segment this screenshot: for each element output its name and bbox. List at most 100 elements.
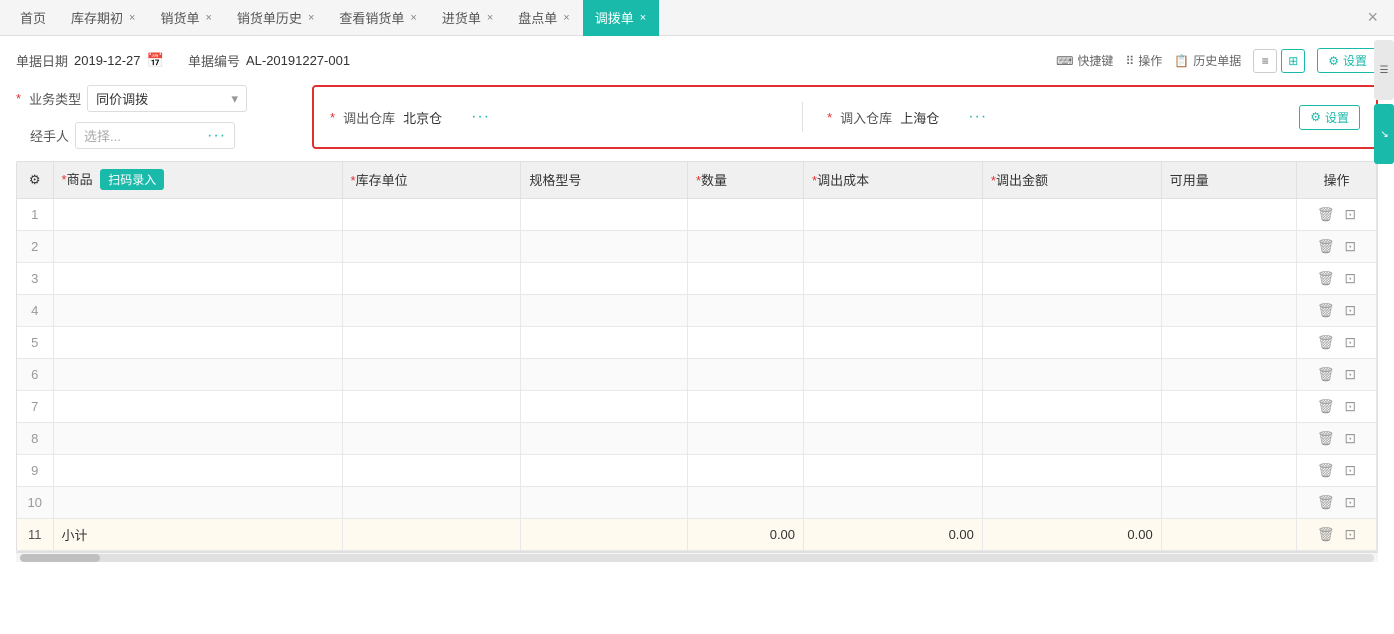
delete-icon[interactable]: 🗑 bbox=[1317, 430, 1335, 446]
cell-available[interactable] bbox=[1161, 262, 1296, 294]
cell-unit[interactable] bbox=[342, 326, 521, 358]
cell-product[interactable] bbox=[53, 230, 342, 262]
cell-spec[interactable] bbox=[521, 230, 688, 262]
cell-product[interactable] bbox=[53, 326, 342, 358]
cell-product[interactable] bbox=[53, 358, 342, 390]
shortcut-action[interactable]: ⌨ 快捷键 bbox=[1056, 52, 1113, 69]
cell-product[interactable] bbox=[53, 198, 342, 230]
cell-amount[interactable] bbox=[982, 390, 1161, 422]
cell-product[interactable] bbox=[53, 422, 342, 454]
cell-cost[interactable] bbox=[804, 454, 983, 486]
cell-cost[interactable] bbox=[804, 390, 983, 422]
cell-spec[interactable] bbox=[521, 294, 688, 326]
cell-cost[interactable] bbox=[804, 294, 983, 326]
cell-cost[interactable] bbox=[804, 262, 983, 294]
tab-sales-history[interactable]: 销货单历史 × bbox=[225, 0, 327, 36]
warehouse-settings-button[interactable]: ⚙ 设置 bbox=[1299, 105, 1360, 130]
tab-home[interactable]: 首页 bbox=[8, 0, 59, 36]
copy-icon[interactable]: ⊡ bbox=[1344, 398, 1356, 414]
cell-available[interactable] bbox=[1161, 390, 1296, 422]
delete-icon[interactable]: 🗑 bbox=[1317, 366, 1335, 382]
sidebar-list-button[interactable]: ☰ bbox=[1374, 40, 1394, 100]
cell-unit[interactable] bbox=[342, 294, 521, 326]
cell-spec[interactable] bbox=[521, 198, 688, 230]
cell-product[interactable] bbox=[53, 262, 342, 294]
close-icon[interactable]: × bbox=[129, 12, 135, 24]
copy-icon[interactable]: ⊡ bbox=[1344, 462, 1356, 478]
delete-icon[interactable]: 🗑 bbox=[1317, 462, 1335, 478]
cell-cost[interactable] bbox=[804, 422, 983, 454]
cell-qty[interactable] bbox=[687, 358, 803, 390]
cell-available[interactable] bbox=[1161, 358, 1296, 390]
cell-product[interactable] bbox=[53, 454, 342, 486]
cell-unit[interactable] bbox=[342, 422, 521, 454]
th-settings[interactable]: ⚙ bbox=[17, 162, 53, 198]
settings-button[interactable]: ⚙ 设置 bbox=[1317, 48, 1378, 73]
calendar-icon[interactable]: 📅 bbox=[147, 52, 164, 69]
cell-available[interactable] bbox=[1161, 486, 1296, 518]
handler-select[interactable]: 选择... ··· bbox=[75, 122, 235, 149]
sidebar-export-button[interactable]: ↗ bbox=[1374, 104, 1394, 164]
delete-icon[interactable]: 🗑 bbox=[1317, 206, 1335, 222]
cell-amount[interactable] bbox=[982, 326, 1161, 358]
cell-available[interactable] bbox=[1161, 230, 1296, 262]
cell-available[interactable] bbox=[1161, 294, 1296, 326]
copy-icon[interactable]: ⊡ bbox=[1344, 206, 1356, 222]
delete-icon[interactable]: 🗑 bbox=[1317, 494, 1335, 510]
cell-amount[interactable] bbox=[982, 198, 1161, 230]
cell-cost[interactable] bbox=[804, 358, 983, 390]
cell-cost[interactable] bbox=[804, 326, 983, 358]
cell-unit[interactable] bbox=[342, 198, 521, 230]
cell-qty[interactable] bbox=[687, 326, 803, 358]
cell-available[interactable] bbox=[1161, 454, 1296, 486]
cell-unit[interactable] bbox=[342, 262, 521, 294]
cell-qty[interactable] bbox=[687, 486, 803, 518]
cell-unit[interactable] bbox=[342, 486, 521, 518]
copy-icon[interactable]: ⊡ bbox=[1344, 526, 1356, 542]
copy-icon[interactable]: ⊡ bbox=[1344, 366, 1356, 382]
cell-spec[interactable] bbox=[521, 454, 688, 486]
window-close-button[interactable]: × bbox=[1359, 7, 1386, 28]
copy-icon[interactable]: ⊡ bbox=[1344, 494, 1356, 510]
layout-icon-2[interactable]: ⊞ bbox=[1281, 49, 1305, 73]
delete-icon[interactable]: 🗑 bbox=[1317, 334, 1335, 350]
cell-unit[interactable] bbox=[342, 230, 521, 262]
cell-amount[interactable] bbox=[982, 422, 1161, 454]
cell-qty[interactable] bbox=[687, 390, 803, 422]
cell-unit[interactable] bbox=[342, 390, 521, 422]
close-icon[interactable]: × bbox=[410, 12, 416, 24]
scroll-bar[interactable] bbox=[16, 552, 1378, 562]
copy-icon[interactable]: ⊡ bbox=[1344, 334, 1356, 350]
copy-icon[interactable]: ⊡ bbox=[1344, 270, 1356, 286]
delete-icon[interactable]: 🗑 bbox=[1317, 302, 1335, 318]
target-more-button[interactable]: ··· bbox=[968, 108, 987, 126]
cell-available[interactable] bbox=[1161, 422, 1296, 454]
delete-icon[interactable]: 🗑 bbox=[1317, 526, 1335, 542]
cell-unit[interactable] bbox=[342, 358, 521, 390]
tab-transfer[interactable]: 调拨单 × bbox=[583, 0, 659, 36]
cell-amount[interactable] bbox=[982, 294, 1161, 326]
cell-amount[interactable] bbox=[982, 454, 1161, 486]
cell-qty[interactable] bbox=[687, 294, 803, 326]
cell-product[interactable] bbox=[53, 294, 342, 326]
history-action[interactable]: 📋 历史单据 bbox=[1174, 52, 1241, 69]
cell-cost[interactable] bbox=[804, 230, 983, 262]
close-icon[interactable]: × bbox=[308, 12, 314, 24]
cell-qty[interactable] bbox=[687, 422, 803, 454]
cell-cost[interactable] bbox=[804, 198, 983, 230]
cell-spec[interactable] bbox=[521, 422, 688, 454]
cell-available[interactable] bbox=[1161, 198, 1296, 230]
close-icon[interactable]: × bbox=[205, 12, 211, 24]
delete-icon[interactable]: 🗑 bbox=[1317, 398, 1335, 414]
cell-cost[interactable] bbox=[804, 486, 983, 518]
copy-icon[interactable]: ⊡ bbox=[1344, 238, 1356, 254]
tab-inventory[interactable]: 盘点单 × bbox=[506, 0, 582, 36]
cell-spec[interactable] bbox=[521, 358, 688, 390]
layout-icon-1[interactable]: ≡ bbox=[1253, 49, 1277, 73]
cell-qty[interactable] bbox=[687, 230, 803, 262]
operations-action[interactable]: ⠿ 操作 bbox=[1125, 52, 1162, 69]
cell-available[interactable] bbox=[1161, 326, 1296, 358]
delete-icon[interactable]: 🗑 bbox=[1317, 238, 1335, 254]
close-icon[interactable]: × bbox=[487, 12, 493, 24]
close-icon[interactable]: × bbox=[563, 12, 569, 24]
